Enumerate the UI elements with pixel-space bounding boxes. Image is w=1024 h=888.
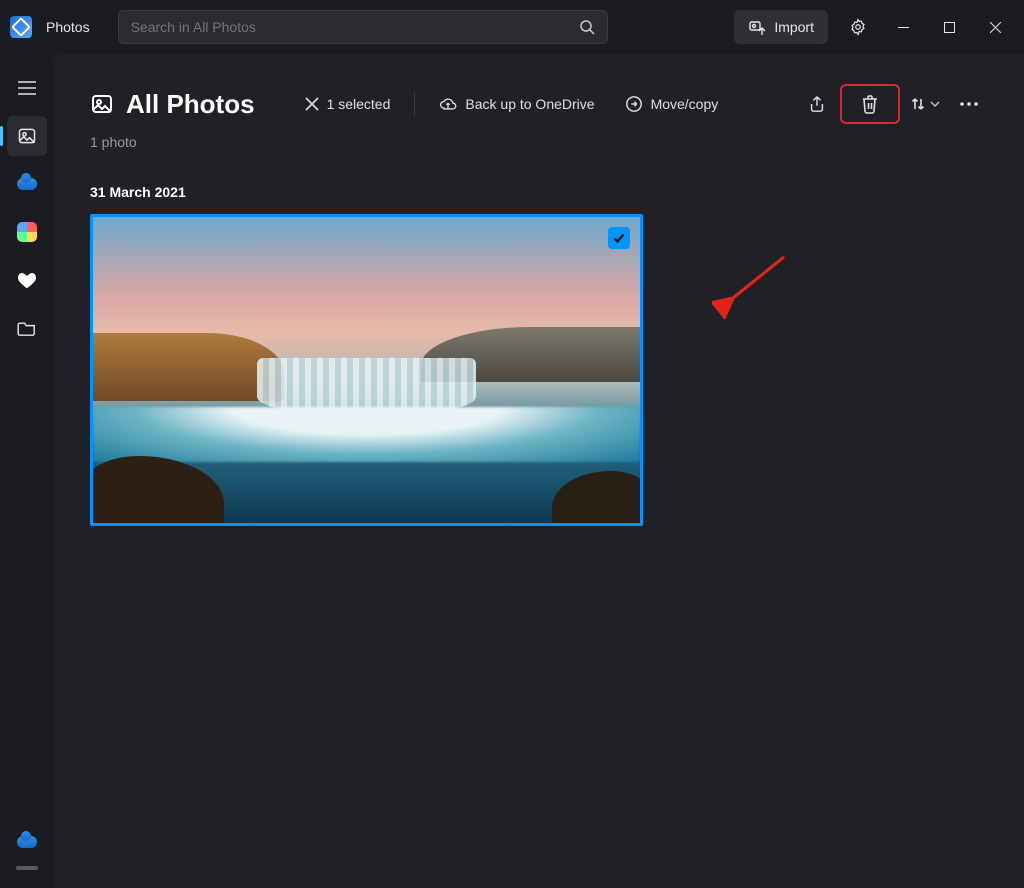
sidebar bbox=[0, 54, 54, 888]
trash-icon bbox=[861, 94, 879, 114]
photos-icon bbox=[17, 126, 37, 146]
share-icon bbox=[808, 95, 826, 113]
page-title: All Photos bbox=[126, 89, 255, 120]
move-copy-label: Move/copy bbox=[651, 96, 719, 112]
sort-button[interactable] bbox=[904, 87, 946, 121]
sidebar-item-folders[interactable] bbox=[7, 308, 47, 348]
folder-icon bbox=[17, 320, 37, 336]
import-label: Import bbox=[774, 19, 814, 35]
delete-button[interactable] bbox=[853, 87, 887, 121]
annotation-arrow bbox=[712, 249, 792, 319]
sort-icon bbox=[910, 96, 926, 112]
app-title: Photos bbox=[46, 19, 90, 35]
maximize-icon bbox=[944, 22, 955, 33]
titlebar: Photos Import bbox=[0, 0, 1024, 54]
app-body: All Photos 1 selected Back up to OneDriv… bbox=[0, 54, 1024, 888]
search-box[interactable] bbox=[118, 10, 608, 44]
heart-icon bbox=[17, 271, 37, 289]
sidebar-bottom-handle bbox=[16, 866, 38, 870]
more-button[interactable] bbox=[950, 87, 988, 121]
date-group-heading: 31 March 2021 bbox=[90, 184, 988, 200]
photo-count: 1 photo bbox=[90, 134, 988, 150]
settings-button[interactable] bbox=[836, 10, 880, 44]
cloud-sync-icon bbox=[17, 836, 37, 848]
delete-button-highlight bbox=[840, 84, 900, 124]
sidebar-bottom-cloud[interactable] bbox=[7, 828, 47, 856]
import-icon bbox=[748, 18, 766, 36]
more-icon bbox=[960, 102, 978, 106]
import-button[interactable]: Import bbox=[734, 10, 828, 44]
onedrive-icon bbox=[17, 178, 37, 190]
chevron-down-icon bbox=[930, 101, 940, 107]
share-button[interactable] bbox=[798, 87, 836, 121]
move-copy-button[interactable]: Move/copy bbox=[617, 91, 727, 117]
minimize-button[interactable] bbox=[880, 7, 926, 47]
backup-onedrive-button[interactable]: Back up to OneDrive bbox=[431, 92, 602, 116]
hamburger-button[interactable] bbox=[7, 68, 47, 108]
x-icon bbox=[305, 97, 319, 111]
app-logo-icon bbox=[10, 16, 32, 38]
content-header: All Photos 1 selected Back up to OneDriv… bbox=[90, 84, 988, 124]
sidebar-item-all-photos[interactable] bbox=[7, 116, 47, 156]
sidebar-item-gallery[interactable] bbox=[7, 212, 47, 252]
photos-window: { "app": { "title": "Photos" }, "search"… bbox=[0, 0, 1024, 888]
move-icon bbox=[625, 95, 643, 113]
page-title-group: All Photos bbox=[90, 89, 255, 120]
selected-count-label: 1 selected bbox=[327, 96, 391, 112]
hamburger-icon bbox=[18, 81, 36, 95]
page-title-icon bbox=[90, 92, 114, 116]
check-icon bbox=[612, 231, 626, 245]
minimize-icon bbox=[898, 22, 909, 33]
main-content: All Photos 1 selected Back up to OneDriv… bbox=[54, 54, 1024, 888]
backup-label: Back up to OneDrive bbox=[465, 96, 594, 112]
maximize-button[interactable] bbox=[926, 7, 972, 47]
selection-check-badge[interactable] bbox=[608, 227, 630, 249]
gallery-color-icon bbox=[17, 222, 37, 242]
header-actions-right bbox=[798, 84, 988, 124]
search-input[interactable] bbox=[131, 19, 579, 35]
clear-selection-button[interactable]: 1 selected bbox=[297, 92, 399, 116]
window-controls bbox=[880, 7, 1018, 47]
close-button[interactable] bbox=[972, 7, 1018, 47]
header-divider-1 bbox=[414, 92, 415, 116]
sidebar-item-favorites[interactable] bbox=[7, 260, 47, 300]
cloud-backup-icon bbox=[439, 96, 457, 112]
gear-icon bbox=[849, 18, 867, 36]
search-icon bbox=[579, 19, 595, 35]
sidebar-item-onedrive[interactable] bbox=[7, 164, 47, 204]
photo-thumbnail-selected[interactable] bbox=[90, 214, 643, 526]
close-icon bbox=[990, 22, 1001, 33]
